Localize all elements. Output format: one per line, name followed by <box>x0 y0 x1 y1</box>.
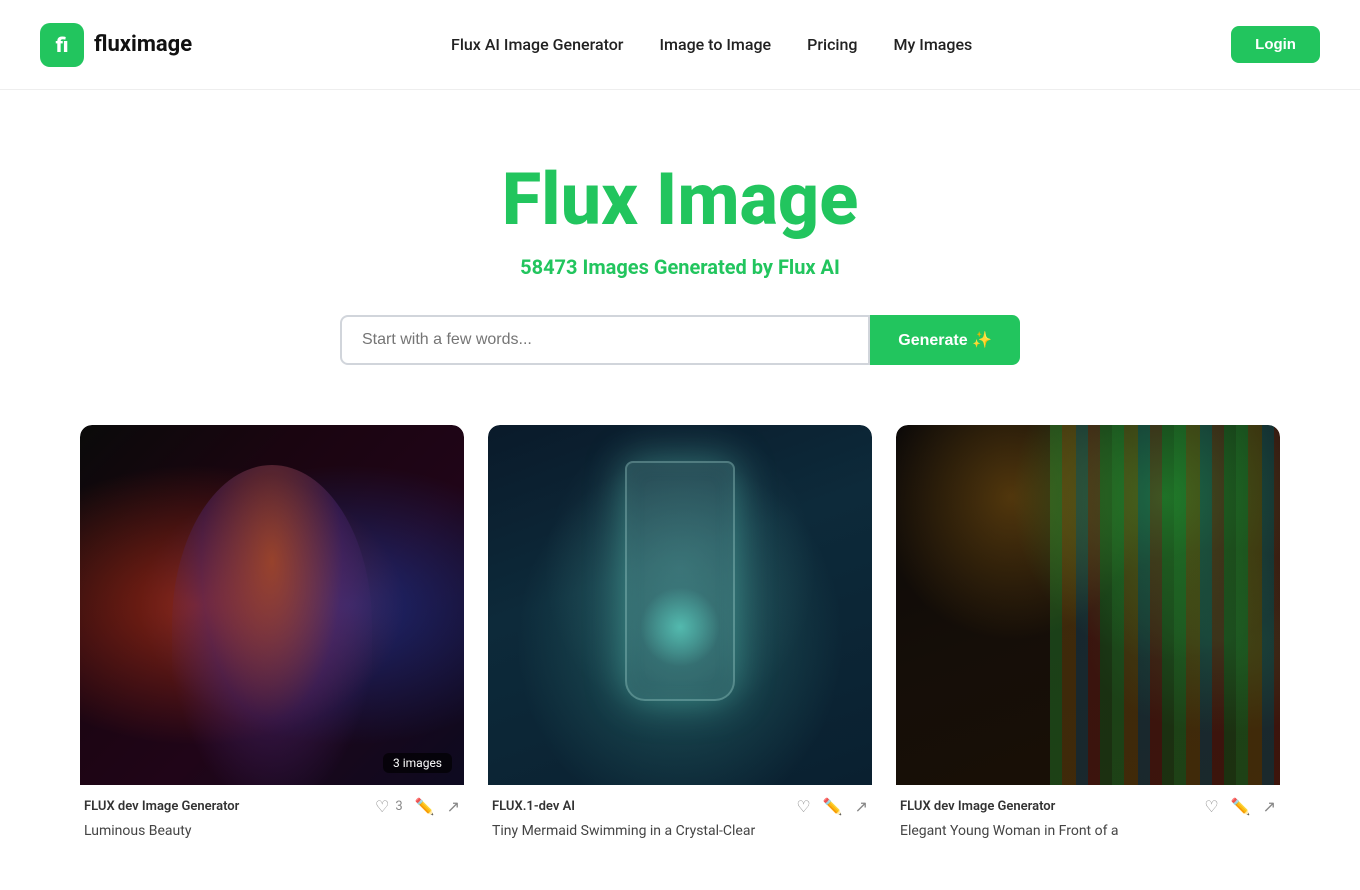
card-source-row-3: FLUX dev Image Generator ♡ ✏️ ↗ <box>900 797 1276 822</box>
gallery-card-1: 3 images FLUX dev Image Generator ♡ 3 ✏️… <box>80 425 464 850</box>
like-count-1: 3 <box>395 799 402 814</box>
like-icon-1[interactable]: ♡ <box>375 797 389 816</box>
image-badge-1: 3 images <box>383 753 452 773</box>
login-button[interactable]: Login <box>1231 26 1320 63</box>
hero-section: Flux Image 58473 Images Generated by Flu… <box>0 90 1360 415</box>
gallery-card-3: FLUX dev Image Generator ♡ ✏️ ↗ Elegant … <box>896 425 1280 850</box>
like-icon-3[interactable]: ♡ <box>1204 797 1218 816</box>
nav-links: Flux AI Image Generator Image to Image P… <box>451 35 972 54</box>
share-icon-2[interactable]: ↗ <box>855 797 868 816</box>
card-source-row-2: FLUX.1-dev AI ♡ ✏️ ↗ <box>492 797 868 822</box>
hero-subtitle: 58473 Images Generated by Flux AI <box>20 255 1340 279</box>
share-icon-3[interactable]: ↗ <box>1263 797 1276 816</box>
edit-icon-2[interactable]: ✏️ <box>823 797 843 816</box>
card-actions-3: ♡ ✏️ ↗ <box>1204 797 1276 816</box>
hero-title: Flux Image <box>20 160 1340 239</box>
card-source-1: FLUX dev Image Generator <box>84 799 239 814</box>
prompt-input[interactable] <box>340 315 870 365</box>
nav-pricing[interactable]: Pricing <box>807 35 857 54</box>
card-source-2: FLUX.1-dev AI <box>492 799 575 814</box>
navbar: fi fluximage Flux AI Image Generator Ima… <box>0 0 1360 90</box>
image-count: 58473 <box>520 255 577 279</box>
edit-icon-1[interactable]: ✏️ <box>415 797 435 816</box>
card-image-1 <box>80 425 464 785</box>
nav-my-images[interactable]: My Images <box>893 35 972 54</box>
gallery: 3 images FLUX dev Image Generator ♡ 3 ✏️… <box>0 415 1360 890</box>
like-icon-2[interactable]: ♡ <box>796 797 810 816</box>
edit-icon-3[interactable]: ✏️ <box>1231 797 1251 816</box>
gallery-card-2: FLUX.1-dev AI ♡ ✏️ ↗ Tiny Mermaid Swimmi… <box>488 425 872 850</box>
card-actions-1: ♡ 3 ✏️ ↗ <box>375 797 460 816</box>
nav-flux-ai[interactable]: Flux AI Image Generator <box>451 35 623 54</box>
card-image-3 <box>896 425 1280 785</box>
card-title-2: Tiny Mermaid Swimming in a Crystal-Clear <box>492 822 868 842</box>
card-info-2: FLUX.1-dev AI ♡ ✏️ ↗ Tiny Mermaid Swimmi… <box>488 785 872 850</box>
logo-icon: fi <box>40 23 84 67</box>
card-image-wrap-1: 3 images <box>80 425 464 785</box>
card-source-row-1: FLUX dev Image Generator ♡ 3 ✏️ ↗ <box>84 797 460 822</box>
share-icon-1[interactable]: ↗ <box>447 797 460 816</box>
hero-input-row: Generate ✨ <box>340 315 1020 365</box>
nav-image-to-image[interactable]: Image to Image <box>659 35 771 54</box>
card-actions-2: ♡ ✏️ ↗ <box>796 797 868 816</box>
card-image-wrap-2 <box>488 425 872 785</box>
card-title-3: Elegant Young Woman in Front of a <box>900 822 1276 842</box>
logo-link[interactable]: fi fluximage <box>40 23 192 67</box>
card-title-1: Luminous Beauty <box>84 822 460 842</box>
subtitle-text: Images Generated by Flux AI <box>582 255 839 279</box>
generate-button[interactable]: Generate ✨ <box>870 315 1020 365</box>
card-info-3: FLUX dev Image Generator ♡ ✏️ ↗ Elegant … <box>896 785 1280 850</box>
logo-text: fluximage <box>94 32 192 57</box>
card-image-wrap-3 <box>896 425 1280 785</box>
card-image-2 <box>488 425 872 785</box>
card-info-1: FLUX dev Image Generator ♡ 3 ✏️ ↗ Lumino… <box>80 785 464 850</box>
card-source-3: FLUX dev Image Generator <box>900 799 1055 814</box>
